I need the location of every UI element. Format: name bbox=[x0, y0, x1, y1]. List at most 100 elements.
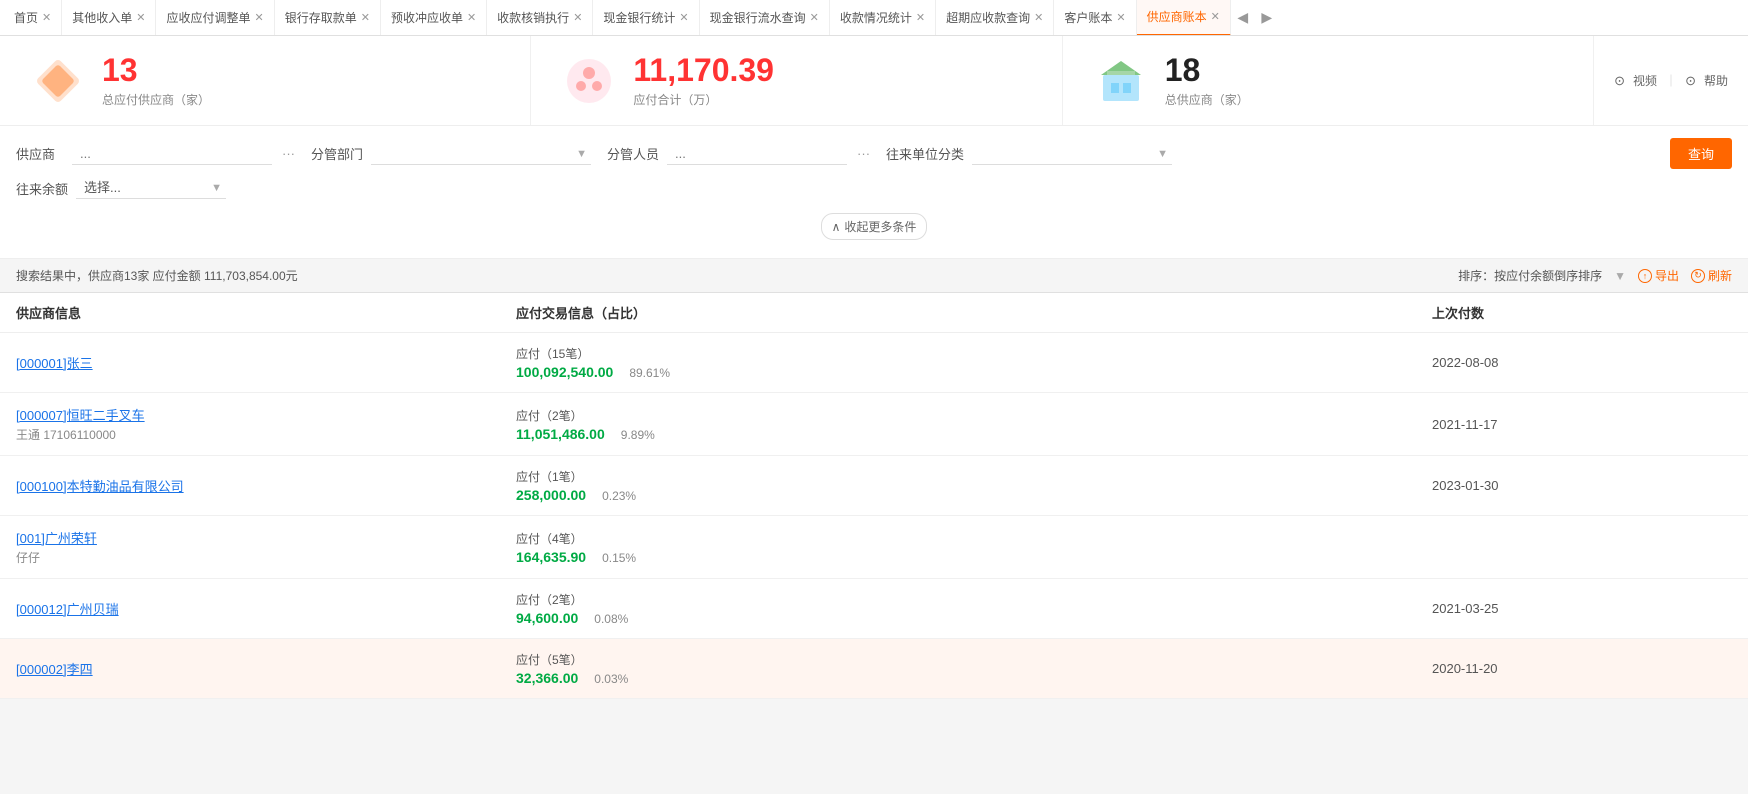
nav-tab-other-income[interactable]: 其他收入单 ✕ bbox=[62, 0, 156, 36]
nav-tab-home[interactable]: 首页 ✕ bbox=[4, 0, 62, 36]
video-label[interactable]: 视频 bbox=[1633, 72, 1657, 89]
nav-prev-arrow[interactable]: ◀ bbox=[1231, 0, 1255, 36]
nav-tab-ar-ap-adjust-label: 应收应付调整单 bbox=[166, 9, 250, 26]
stat-total-payable-amount: 11,170.39 应付合计（万） bbox=[531, 36, 1062, 125]
person-dots-icon[interactable]: ··· bbox=[857, 146, 870, 161]
category-label: 往来单位分类 bbox=[886, 144, 964, 163]
filter-balance: 往来余额 选择... ▼ bbox=[16, 177, 226, 199]
last-pay-cell: 2022-08-08 bbox=[1432, 355, 1732, 370]
close-advance-ar-tab[interactable]: ✕ bbox=[467, 11, 476, 24]
filter-row-1: 供应商 ··· 分管部门 ▼ 分管人员 ··· 往来单位分类 ▼ bbox=[16, 138, 1732, 169]
close-overdue-ar-tab[interactable]: ✕ bbox=[1034, 11, 1043, 24]
supplier-link[interactable]: [000012]广州贝瑞 bbox=[16, 602, 119, 617]
nav-tab-bank-deposit-label: 银行存取款单 bbox=[285, 9, 357, 26]
transaction-info-cell: 应付（2笔） 94,600.00 0.08% bbox=[516, 591, 1432, 626]
help-icon: ⊙ bbox=[1685, 73, 1696, 89]
trans-amount: 258,000.00 bbox=[516, 487, 586, 503]
filter-row-2: 往来余额 选择... ▼ bbox=[16, 177, 1732, 199]
nav-tab-advance-ar[interactable]: 预收冲应收单 ✕ bbox=[381, 0, 487, 36]
store-icon bbox=[1093, 53, 1149, 109]
supplier-link[interactable]: [000007]恒旺二手叉车 bbox=[16, 408, 145, 423]
nav-tab-ar-ap-adjust[interactable]: 应收应付调整单 ✕ bbox=[156, 0, 274, 36]
trans-percent: 0.15% bbox=[602, 551, 636, 565]
transaction-info-cell: 应付（15笔） 100,092,540.00 89.61% bbox=[516, 345, 1432, 380]
stat-number-payable-suppliers: 13 bbox=[102, 53, 210, 88]
balance-select[interactable]: 选择... bbox=[76, 177, 226, 199]
sort-chevron-icon: ▼ bbox=[1614, 269, 1626, 283]
dept-label: 分管部门 bbox=[311, 144, 363, 163]
transaction-info-cell: 应付（2笔） 11,051,486.00 9.89% bbox=[516, 407, 1432, 442]
table-row: [000007]恒旺二手叉车 王通 17106110000 应付（2笔） 11,… bbox=[0, 393, 1748, 456]
trans-percent: 9.89% bbox=[621, 428, 655, 442]
nav-tab-overdue-ar[interactable]: 超期应收款查询 ✕ bbox=[936, 0, 1054, 36]
close-other-income-tab[interactable]: ✕ bbox=[136, 11, 145, 24]
supplier-link[interactable]: [000001]张三 bbox=[16, 356, 93, 371]
person-input[interactable] bbox=[667, 143, 847, 165]
supplier-input[interactable] bbox=[72, 143, 272, 165]
close-cash-flow-tab[interactable]: ✕ bbox=[810, 11, 819, 24]
trans-amount: 11,051,486.00 bbox=[516, 426, 605, 442]
close-supplier-book-tab[interactable]: ✕ bbox=[1211, 10, 1220, 23]
close-bank-deposit-tab[interactable]: ✕ bbox=[361, 11, 370, 24]
trans-percent: 89.61% bbox=[629, 366, 670, 380]
nav-tab-receipt-stat[interactable]: 收款情况统计 ✕ bbox=[830, 0, 936, 36]
sort-label[interactable]: 排序：按应付余额倒序排序 bbox=[1458, 267, 1602, 284]
nav-tab-cash-stat-label: 现金银行统计 bbox=[603, 9, 675, 26]
results-right-tools: 排序：按应付余额倒序排序 ▼ ↑ 导出 ↻ 刷新 bbox=[1458, 267, 1732, 284]
trans-amount: 94,600.00 bbox=[516, 610, 578, 626]
nav-tab-cash-flow-label: 现金银行流水查询 bbox=[710, 9, 806, 26]
nav-next-arrow[interactable]: ▶ bbox=[1255, 0, 1279, 36]
supplier-link[interactable]: [001]广州荣轩 bbox=[16, 531, 97, 546]
nav-tab-customer-book[interactable]: 客户账本 ✕ bbox=[1054, 0, 1136, 36]
supplier-link[interactable]: [000100]本特勤油品有限公司 bbox=[16, 479, 184, 494]
results-summary: 搜索结果中，供应商13家 应付金额 111,703,854.00元 bbox=[16, 267, 298, 284]
close-receipt-verify-tab[interactable]: ✕ bbox=[573, 11, 582, 24]
table-header: 供应商信息 应付交易信息（占比） 上次付数 bbox=[0, 293, 1748, 333]
table-body: [000001]张三 应付（15笔） 100,092,540.00 89.61%… bbox=[0, 333, 1748, 699]
supplier-link[interactable]: [000002]李四 bbox=[16, 662, 93, 677]
trans-label: 应付（15笔） bbox=[516, 345, 1432, 362]
dept-select-wrap: ▼ bbox=[371, 143, 591, 165]
close-customer-book-tab[interactable]: ✕ bbox=[1116, 11, 1125, 24]
close-receipt-stat-tab[interactable]: ✕ bbox=[916, 11, 925, 24]
balance-select-wrap: 选择... ▼ bbox=[76, 177, 226, 199]
close-ar-ap-adjust-tab[interactable]: ✕ bbox=[254, 11, 263, 24]
nav-tab-receipt-stat-label: 收款情况统计 bbox=[840, 9, 912, 26]
category-select-wrap: ▼ bbox=[972, 143, 1172, 165]
trans-amount: 164,635.90 bbox=[516, 549, 586, 565]
header-transaction: 应付交易信息（占比） bbox=[516, 303, 1432, 322]
grain-icon bbox=[561, 53, 617, 109]
category-select[interactable] bbox=[972, 143, 1172, 165]
supplier-dots-icon[interactable]: ··· bbox=[282, 146, 295, 161]
trans-percent: 0.03% bbox=[594, 672, 628, 686]
nav-tab-cash-stat[interactable]: 现金银行统计 ✕ bbox=[593, 0, 699, 36]
supplier-info-cell: [000001]张三 bbox=[16, 353, 516, 372]
close-cash-stat-tab[interactable]: ✕ bbox=[679, 11, 688, 24]
dept-select[interactable] bbox=[371, 143, 591, 165]
results-bar: 搜索结果中，供应商13家 应付金额 111,703,854.00元 排序：按应付… bbox=[0, 259, 1748, 293]
nav-tab-receipt-verify[interactable]: 收款核销执行 ✕ bbox=[487, 0, 593, 36]
refresh-icon: ↻ bbox=[1691, 269, 1705, 283]
collapse-button[interactable]: ∧ 收起更多条件 bbox=[821, 213, 928, 240]
collapse-row: ∧ 收起更多条件 bbox=[16, 207, 1732, 246]
stat-label-payable-amount: 应付合计（万） bbox=[633, 91, 774, 108]
filter-supplier: 供应商 ··· bbox=[16, 143, 295, 165]
filter-dept: 分管部门 ▼ bbox=[311, 143, 591, 165]
nav-tab-bank-deposit[interactable]: 银行存取款单 ✕ bbox=[275, 0, 381, 36]
stat-label-payable-suppliers: 总应付供应商（家） bbox=[102, 91, 210, 108]
nav-tab-overdue-ar-label: 超期应收款查询 bbox=[946, 9, 1030, 26]
refresh-button[interactable]: ↻ 刷新 bbox=[1691, 267, 1732, 284]
export-button[interactable]: ↑ 导出 bbox=[1638, 267, 1679, 284]
header-last-pay: 上次付数 bbox=[1432, 303, 1732, 322]
nav-tab-supplier-book[interactable]: 供应商账本 ✕ bbox=[1137, 0, 1231, 36]
nav-tab-receipt-verify-label: 收款核销执行 bbox=[497, 9, 569, 26]
search-button[interactable]: 查询 bbox=[1670, 138, 1732, 169]
nav-tab-cash-flow[interactable]: 现金银行流水查询 ✕ bbox=[700, 0, 830, 36]
divider: ｜ bbox=[1665, 72, 1677, 89]
help-label[interactable]: 帮助 bbox=[1704, 72, 1728, 89]
table-row: [000001]张三 应付（15笔） 100,092,540.00 89.61%… bbox=[0, 333, 1748, 393]
close-home-tab[interactable]: ✕ bbox=[42, 11, 51, 24]
supplier-label: 供应商 bbox=[16, 144, 64, 163]
trans-amount: 100,092,540.00 bbox=[516, 364, 613, 380]
transaction-info-cell: 应付（4笔） 164,635.90 0.15% bbox=[516, 530, 1432, 565]
